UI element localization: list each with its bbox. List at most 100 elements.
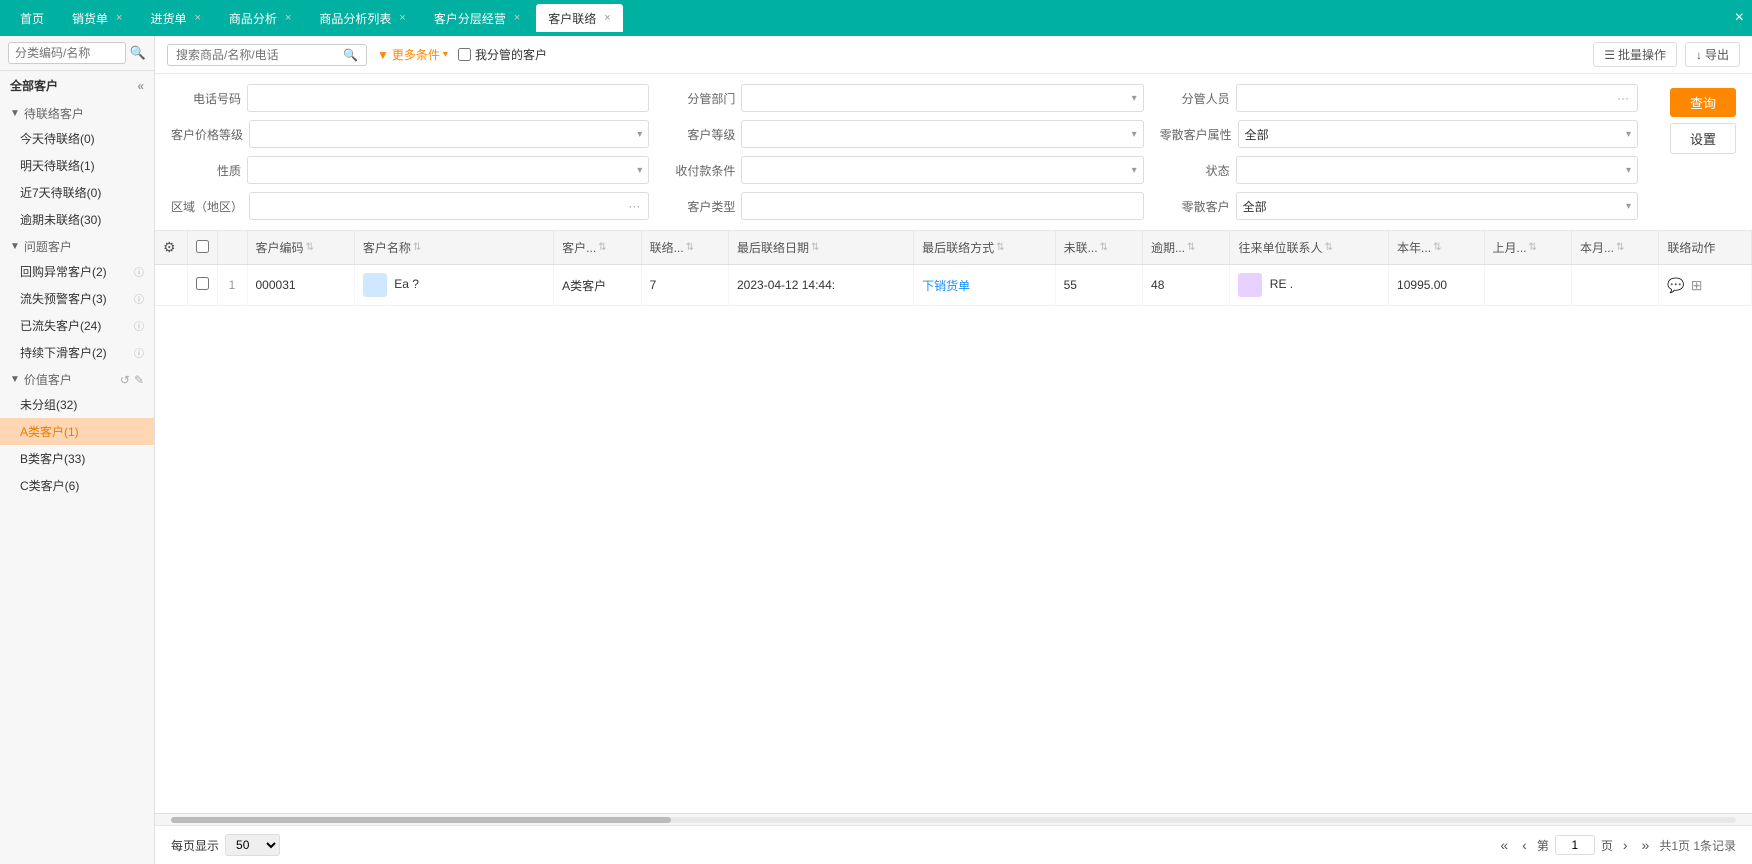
nav-tab-purchase[interactable]: 进货单 × bbox=[138, 4, 212, 32]
nav-tab-home[interactable]: 首页 bbox=[8, 4, 56, 32]
sidebar-item-today[interactable]: 今天待联络(0) bbox=[0, 125, 154, 152]
filter-search-box: 🔍 bbox=[167, 44, 367, 66]
sidebar-item-lostwarning[interactable]: 流失预警客户(3) ⓘ bbox=[0, 285, 154, 312]
payment-caret: ▾ bbox=[1132, 165, 1137, 176]
customer-type-input[interactable] bbox=[741, 192, 1143, 220]
col-last-method: 最后联络方式 ⇅ bbox=[914, 231, 1056, 265]
sidebar-search-icon[interactable]: 🔍 bbox=[130, 45, 146, 61]
phone-label: 电话号码 bbox=[171, 90, 241, 107]
col-last-date-label: 最后联络日期 bbox=[737, 239, 809, 256]
dept-select[interactable]: ▾ bbox=[741, 84, 1143, 112]
nav-tab-goods-analysis[interactable]: 商品分析 × bbox=[217, 4, 303, 32]
phone-text-input[interactable] bbox=[256, 91, 640, 105]
query-button[interactable]: 查询 bbox=[1670, 88, 1736, 117]
select-all-checkbox[interactable] bbox=[196, 240, 209, 253]
status-select[interactable]: ▾ bbox=[1236, 156, 1638, 184]
col-unit-contact-sort[interactable]: ⇅ bbox=[1324, 242, 1332, 253]
payment-select[interactable]: ▾ bbox=[741, 156, 1143, 184]
nature-select[interactable]: ▾ bbox=[247, 156, 649, 184]
row-last-method[interactable]: 下销货单 bbox=[922, 279, 970, 293]
col-last-method-sort[interactable]: ⇅ bbox=[996, 242, 1004, 253]
sidebar-item-tomorrow[interactable]: 明天待联络(1) bbox=[0, 152, 154, 179]
aclass-label: A类客户(1) bbox=[20, 423, 79, 440]
row-contact-cell: 7 bbox=[641, 265, 728, 306]
row-last-method-cell: 下销货单 bbox=[914, 265, 1056, 306]
goods-analysis-list-tab-label: 商品分析列表 bbox=[319, 10, 391, 27]
sidebar-item-7days[interactable]: 近7天待联络(0) bbox=[0, 179, 154, 206]
qr-icon[interactable]: ⊞ bbox=[1691, 277, 1703, 294]
next-page-btn[interactable]: › bbox=[1619, 835, 1632, 855]
col-last-date-sort[interactable]: ⇅ bbox=[811, 242, 819, 253]
nav-tab-sales[interactable]: 销货单 × bbox=[60, 4, 134, 32]
manager-input[interactable]: ··· bbox=[1236, 84, 1638, 112]
scatter-customer-select[interactable]: 全部 ▾ bbox=[1236, 192, 1638, 220]
value-refresh-icon[interactable]: ↺ bbox=[120, 373, 130, 387]
my-customers-checkbox[interactable] bbox=[458, 48, 471, 61]
sidebar-item-lost[interactable]: 已流失客户(24) ⓘ bbox=[0, 312, 154, 339]
nav-tab-customer-contact[interactable]: 客户联络 × bbox=[536, 4, 622, 32]
row-category-cell: A类客户 bbox=[554, 265, 641, 306]
filter-search-icon[interactable]: 🔍 bbox=[343, 48, 358, 62]
col-this-month-sort[interactable]: ⇅ bbox=[1616, 242, 1624, 253]
price-grade-select[interactable]: ▾ bbox=[249, 120, 649, 148]
row-checkbox[interactable] bbox=[196, 277, 209, 290]
scatter-attr-select[interactable]: 全部 ▾ bbox=[1238, 120, 1638, 148]
sidebar-item-repurchase[interactable]: 回购异常客户(2) ⓘ bbox=[0, 258, 154, 285]
sidebar-all-customers[interactable]: 全部客户 « bbox=[0, 71, 154, 100]
sidebar-item-c-class[interactable]: C类客户(6) bbox=[0, 472, 154, 499]
filter-more-button[interactable]: ▼ 更多条件 ▾ bbox=[377, 46, 448, 63]
sidebar-problem-group[interactable]: ▼ 问题客户 bbox=[0, 233, 154, 258]
batch-op-button[interactable]: ☰ 批量操作 bbox=[1593, 42, 1677, 67]
footer-pagination: « ‹ 第 页 › » 共1页 1条记录 bbox=[1496, 835, 1736, 855]
purchase-tab-close[interactable]: × bbox=[194, 12, 200, 24]
col-category-sort[interactable]: ⇅ bbox=[598, 242, 606, 253]
chat-icon[interactable]: 💬 bbox=[1667, 277, 1684, 294]
sidebar-item-ungrouped[interactable]: 未分组(32) bbox=[0, 391, 154, 418]
close-all-button[interactable]: × bbox=[1735, 9, 1744, 27]
goods-analysis-list-tab-close[interactable]: × bbox=[399, 12, 405, 24]
row-code: 000031 bbox=[256, 278, 296, 292]
col-this-year-sort[interactable]: ⇅ bbox=[1433, 242, 1441, 253]
sidebar-item-overdue[interactable]: 逾期未联络(30) bbox=[0, 206, 154, 233]
setting-button[interactable]: 设置 bbox=[1670, 123, 1736, 154]
goods-analysis-tab-close[interactable]: × bbox=[285, 12, 291, 24]
sidebar-item-b-class[interactable]: B类客户(33) bbox=[0, 445, 154, 472]
sales-tab-close[interactable]: × bbox=[116, 12, 122, 24]
per-page-select[interactable]: 50 100 200 bbox=[225, 834, 280, 856]
phone-input[interactable] bbox=[247, 84, 649, 112]
customer-segment-tab-close[interactable]: × bbox=[514, 12, 520, 24]
value-edit-icon[interactable]: ✎ bbox=[134, 373, 144, 387]
export-button[interactable]: ↓ 导出 bbox=[1685, 42, 1740, 67]
manager-dots[interactable]: ··· bbox=[1617, 91, 1629, 105]
nav-tab-customer-segment[interactable]: 客户分层经营 × bbox=[422, 4, 532, 32]
col-last-month-sort[interactable]: ⇅ bbox=[1529, 242, 1537, 253]
sidebar-item-declining[interactable]: 持续下滑客户(2) ⓘ bbox=[0, 339, 154, 366]
region-input[interactable]: ··· bbox=[249, 192, 649, 220]
page-input[interactable] bbox=[1555, 835, 1595, 855]
sidebar-search-input[interactable] bbox=[8, 42, 126, 64]
nav-tab-goods-analysis-list[interactable]: 商品分析列表 × bbox=[307, 4, 417, 32]
goods-analysis-tab-label: 商品分析 bbox=[229, 10, 277, 27]
col-overdue-sort[interactable]: ⇅ bbox=[1187, 242, 1195, 253]
sidebar-pending-group[interactable]: ▼ 待联络客户 bbox=[0, 100, 154, 125]
col-contact-sort[interactable]: ⇅ bbox=[686, 242, 694, 253]
col-no-contact-sort[interactable]: ⇅ bbox=[1100, 242, 1108, 253]
sidebar-value-group[interactable]: ▼ 价值客户 ↺ ✎ bbox=[0, 366, 154, 391]
prev-page-btn[interactable]: ‹ bbox=[1518, 835, 1531, 855]
lost-info-icon: ⓘ bbox=[134, 318, 144, 333]
region-dots[interactable]: ··· bbox=[628, 199, 640, 213]
scrollbar-thumb[interactable] bbox=[171, 817, 671, 823]
customer-type-text-input[interactable] bbox=[750, 199, 1134, 213]
row-this-month-cell bbox=[1571, 265, 1658, 306]
filter-dept-row: 分管部门 ▾ bbox=[665, 84, 1143, 112]
customer-contact-tab-close[interactable]: × bbox=[604, 12, 610, 24]
first-page-btn[interactable]: « bbox=[1496, 835, 1512, 855]
customer-grade-select[interactable]: ▾ bbox=[741, 120, 1143, 148]
col-name-sort[interactable]: ⇅ bbox=[413, 242, 421, 253]
filter-search-input[interactable] bbox=[176, 48, 339, 62]
query-buttons: 查询 设置 bbox=[1654, 74, 1752, 230]
col-code-sort[interactable]: ⇅ bbox=[306, 242, 314, 253]
sidebar-item-a-class[interactable]: A类客户(1) bbox=[0, 418, 154, 445]
grid-settings-icon[interactable]: ⚙ bbox=[163, 239, 176, 255]
last-page-btn[interactable]: » bbox=[1638, 835, 1654, 855]
